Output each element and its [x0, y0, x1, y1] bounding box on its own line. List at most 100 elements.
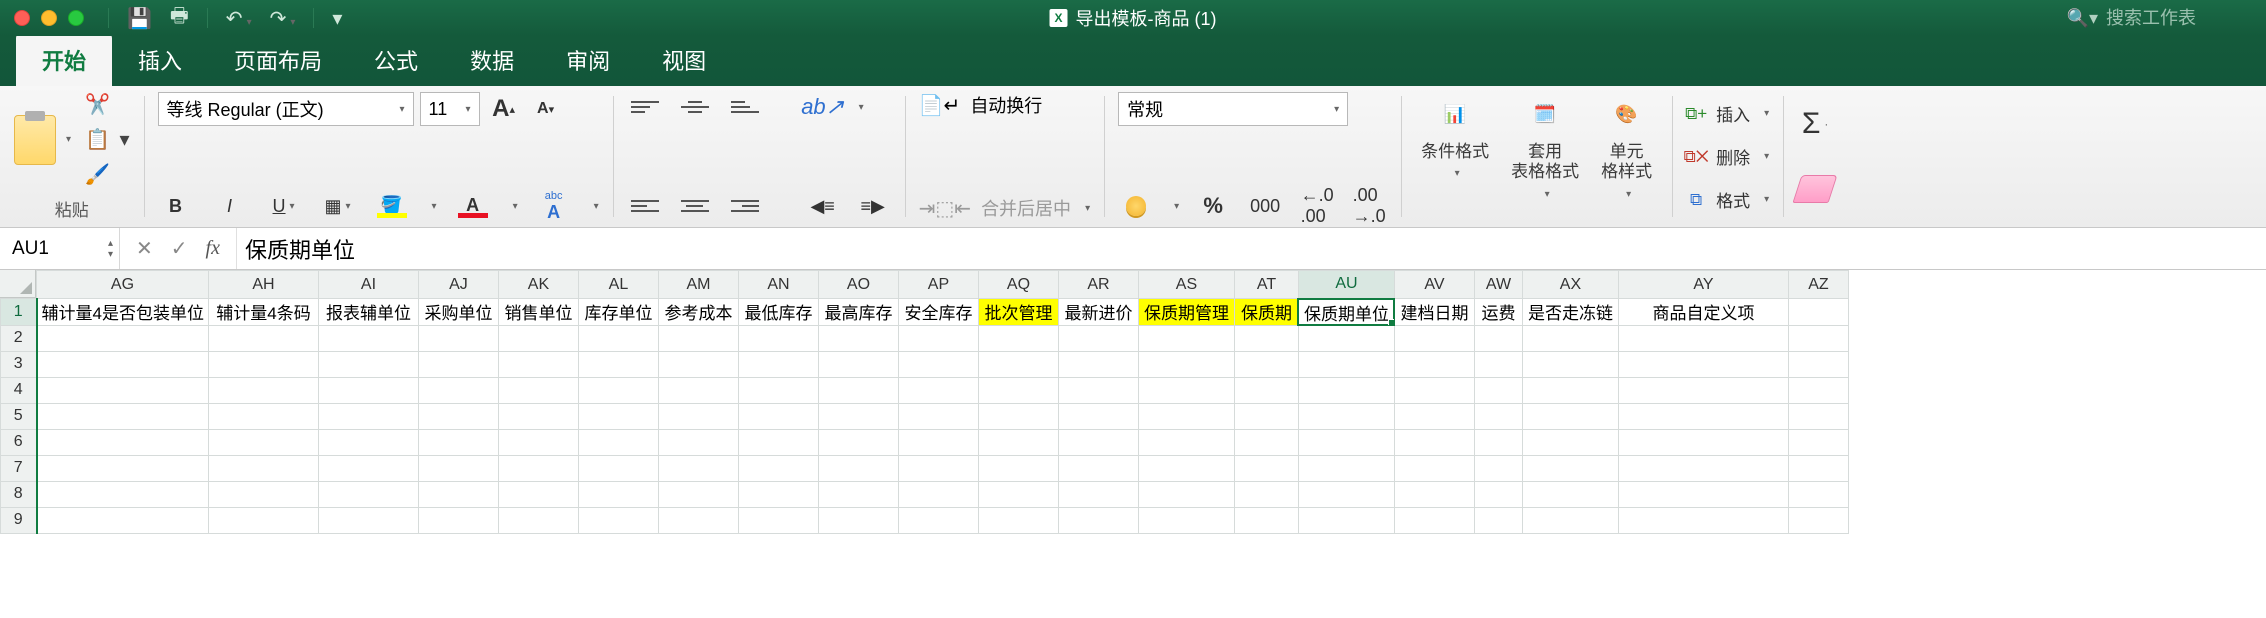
cell-AV2[interactable] — [1394, 325, 1474, 351]
cell-AH4[interactable] — [208, 377, 318, 403]
decrease-indent-button[interactable]: ◀≡ — [805, 191, 841, 221]
cell-AJ4[interactable] — [418, 377, 498, 403]
cell-AL4[interactable] — [578, 377, 658, 403]
cell-AQ2[interactable] — [978, 325, 1058, 351]
cell-AG6[interactable] — [37, 429, 209, 455]
cell-AQ6[interactable] — [978, 429, 1058, 455]
ribbon-tab-数据[interactable]: 数据 — [444, 34, 540, 86]
cell-AJ9[interactable] — [418, 507, 498, 533]
cell-AG3[interactable] — [37, 351, 209, 377]
cell-AU4[interactable] — [1298, 377, 1394, 403]
row-header-9[interactable]: 9 — [1, 507, 37, 533]
minimize-window-button[interactable] — [41, 10, 57, 26]
cell-AW7[interactable] — [1474, 455, 1522, 481]
delete-cells-button[interactable]: ⧉✕删除▾ — [1686, 144, 1769, 169]
cell-AP8[interactable] — [898, 481, 978, 507]
cell-AU7[interactable] — [1298, 455, 1394, 481]
font-color-dropdown[interactable]: ▾ — [513, 201, 518, 212]
cell-AX3[interactable] — [1522, 351, 1618, 377]
cell-AS2[interactable] — [1138, 325, 1234, 351]
row-header-2[interactable]: 2 — [1, 325, 37, 351]
cell-AM9[interactable] — [658, 507, 738, 533]
cell-AI2[interactable] — [318, 325, 418, 351]
italic-button[interactable]: I — [212, 191, 248, 221]
cell-AG9[interactable] — [37, 507, 209, 533]
ribbon-tab-视图[interactable]: 视图 — [636, 34, 732, 86]
row-header-4[interactable]: 4 — [1, 377, 37, 403]
cell-AZ9[interactable] — [1788, 507, 1848, 533]
comma-format-button[interactable]: 000 — [1247, 191, 1283, 221]
cell-AO9[interactable] — [818, 507, 898, 533]
cell-AQ7[interactable] — [978, 455, 1058, 481]
cell-AO3[interactable] — [818, 351, 898, 377]
cell-AO1[interactable]: 最高库存 — [818, 299, 898, 326]
cell-styles-button[interactable]: 🎨 单元 格样式 ▾ — [1595, 92, 1658, 200]
cell-AS9[interactable] — [1138, 507, 1234, 533]
column-header-AU[interactable]: AU — [1298, 271, 1394, 299]
column-header-AS[interactable]: AS — [1138, 271, 1234, 299]
cell-AT2[interactable] — [1234, 325, 1298, 351]
cell-AK8[interactable] — [498, 481, 578, 507]
cell-AZ3[interactable] — [1788, 351, 1848, 377]
cell-AH9[interactable] — [208, 507, 318, 533]
font-name-select[interactable]: 等线 Regular (正文)▾ — [158, 92, 414, 126]
cell-AU3[interactable] — [1298, 351, 1394, 377]
cell-AW4[interactable] — [1474, 377, 1522, 403]
column-header-AK[interactable]: AK — [498, 271, 578, 299]
cell-AX7[interactable] — [1522, 455, 1618, 481]
enter-formula-button[interactable]: ✓ — [171, 236, 188, 261]
ribbon-tab-公式[interactable]: 公式 — [348, 34, 444, 86]
insert-cells-button[interactable]: ⧉+插入▾ — [1686, 101, 1769, 126]
wrap-text-button[interactable]: 自动换行 — [970, 92, 1042, 118]
save-icon[interactable]: 💾 — [127, 6, 152, 31]
cell-AS3[interactable] — [1138, 351, 1234, 377]
cell-AI3[interactable] — [318, 351, 418, 377]
bold-button[interactable]: B — [158, 191, 194, 221]
cell-AW6[interactable] — [1474, 429, 1522, 455]
cell-AT6[interactable] — [1234, 429, 1298, 455]
cell-AH5[interactable] — [208, 403, 318, 429]
cell-AN3[interactable] — [738, 351, 818, 377]
fx-button[interactable]: fx — [206, 237, 220, 260]
cell-AQ5[interactable] — [978, 403, 1058, 429]
cell-AZ6[interactable] — [1788, 429, 1848, 455]
column-header-AQ[interactable]: AQ — [978, 271, 1058, 299]
cell-AL2[interactable] — [578, 325, 658, 351]
increase-decimal-button[interactable]: ←.0.00 — [1299, 191, 1335, 221]
merge-center-button[interactable]: 合并后居中 — [981, 195, 1071, 221]
cell-AX6[interactable] — [1522, 429, 1618, 455]
maximize-window-button[interactable] — [68, 10, 84, 26]
cell-AZ2[interactable] — [1788, 325, 1848, 351]
cell-AP7[interactable] — [898, 455, 978, 481]
cell-AS6[interactable] — [1138, 429, 1234, 455]
accounting-format-dropdown[interactable]: ▾ — [1174, 201, 1179, 212]
column-header-AG[interactable]: AG — [37, 271, 209, 299]
cell-AL5[interactable] — [578, 403, 658, 429]
cell-AV8[interactable] — [1394, 481, 1474, 507]
column-header-AH[interactable]: AH — [208, 271, 318, 299]
cell-AL6[interactable] — [578, 429, 658, 455]
cell-AK4[interactable] — [498, 377, 578, 403]
cell-AT3[interactable] — [1234, 351, 1298, 377]
cell-AZ7[interactable] — [1788, 455, 1848, 481]
cell-AJ1[interactable]: 采购单位 — [418, 299, 498, 326]
cell-AR8[interactable] — [1058, 481, 1138, 507]
cell-AI7[interactable] — [318, 455, 418, 481]
column-header-AT[interactable]: AT — [1234, 271, 1298, 299]
name-box-stepper[interactable]: ▴▾ — [108, 238, 113, 260]
cell-AH2[interactable] — [208, 325, 318, 351]
cut-icon[interactable]: ✂️ — [85, 92, 130, 117]
column-header-AJ[interactable]: AJ — [418, 271, 498, 299]
cell-AY3[interactable] — [1618, 351, 1788, 377]
cell-AO4[interactable] — [818, 377, 898, 403]
cell-AX2[interactable] — [1522, 325, 1618, 351]
cell-AJ7[interactable] — [418, 455, 498, 481]
align-middle-button[interactable] — [677, 92, 713, 122]
cell-AX8[interactable] — [1522, 481, 1618, 507]
cell-AM6[interactable] — [658, 429, 738, 455]
close-window-button[interactable] — [14, 10, 30, 26]
conditional-formatting-button[interactable]: 📊 条件格式 ▾ — [1415, 92, 1495, 179]
column-header-AY[interactable]: AY — [1618, 271, 1788, 299]
cell-AI5[interactable] — [318, 403, 418, 429]
cell-AX4[interactable] — [1522, 377, 1618, 403]
